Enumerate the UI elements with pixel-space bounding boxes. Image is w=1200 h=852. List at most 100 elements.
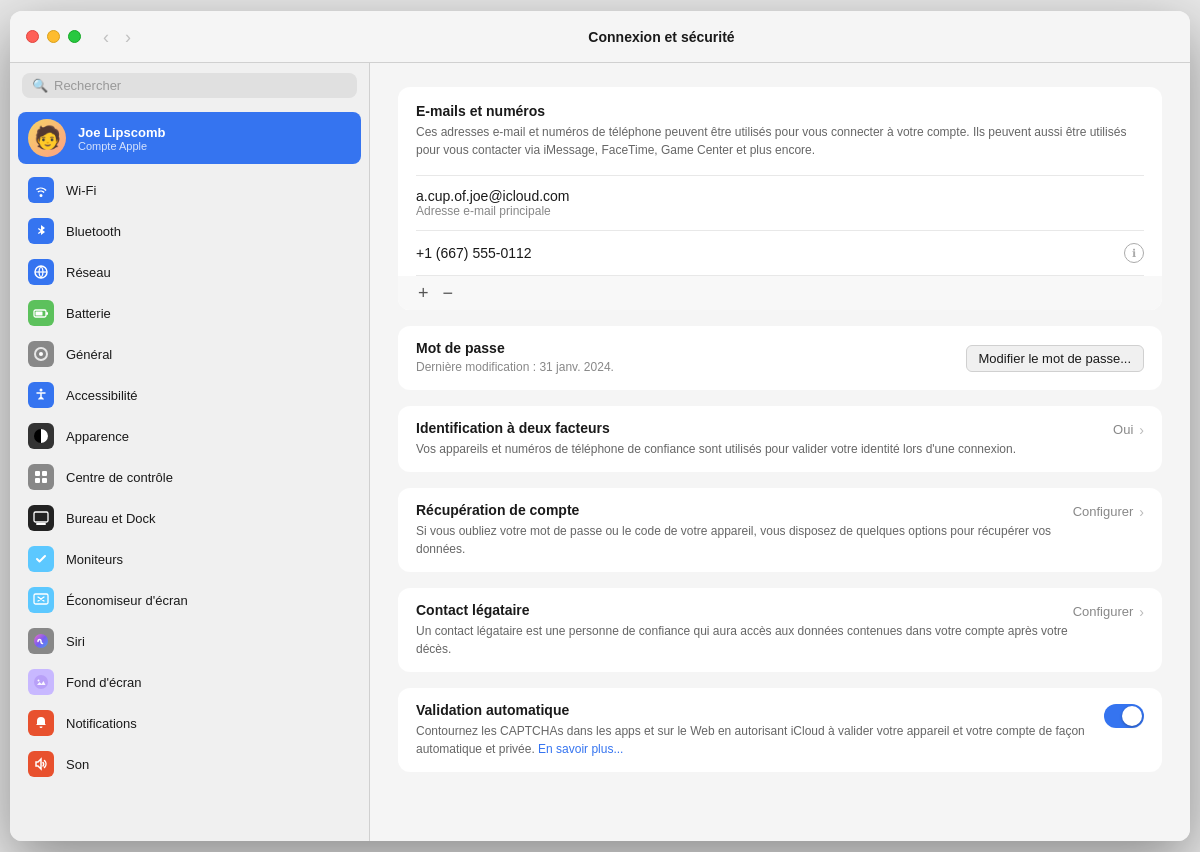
- email-value: a.cup.of.joe@icloud.com: [416, 188, 1144, 204]
- son-icon: [28, 751, 54, 777]
- main-content: E-mails et numéros Ces adresses e-mail e…: [370, 63, 1190, 841]
- wifi-icon: [28, 177, 54, 203]
- window-title: Connexion et sécurité: [149, 29, 1174, 45]
- recovery-row[interactable]: Récupération de compte Si vous oubliez v…: [398, 488, 1162, 572]
- titlebar: ‹ › Connexion et sécurité: [10, 11, 1190, 63]
- validation-toggle[interactable]: [1104, 704, 1144, 728]
- close-button[interactable]: [26, 30, 39, 43]
- sidebar-label-son: Son: [66, 757, 89, 772]
- avatar: 🧑: [28, 119, 66, 157]
- validation-desc: Contournez les CAPTCHAs dans les apps et…: [416, 722, 1088, 758]
- bureau-dock-icon: [28, 505, 54, 531]
- sidebar-item-accessibilite[interactable]: Accessibilité: [18, 375, 361, 415]
- svg-point-17: [38, 680, 40, 682]
- email-sublabel: Adresse e-mail principale: [416, 204, 1144, 218]
- add-button[interactable]: +: [412, 282, 435, 304]
- sidebar-item-centre-controle[interactable]: Centre de contrôle: [18, 457, 361, 497]
- recovery-desc: Si vous oubliez votre mot de passe ou le…: [416, 522, 1073, 558]
- emails-section: E-mails et numéros Ces adresses e-mail e…: [398, 87, 1162, 310]
- password-last-modified: Dernière modification : 31 janv. 2024.: [416, 358, 614, 376]
- svg-rect-3: [36, 312, 43, 316]
- sidebar-item-wifi[interactable]: Wi-Fi: [18, 170, 361, 210]
- sidebar-item-user[interactable]: 🧑 Joe Lipscomb Compte Apple: [18, 112, 361, 164]
- sidebar-item-apparence[interactable]: Apparence: [18, 416, 361, 456]
- emails-desc: Ces adresses e-mail et numéros de téléph…: [416, 123, 1144, 159]
- two-factor-status: Oui: [1113, 422, 1133, 437]
- validation-title: Validation automatique: [416, 702, 1088, 718]
- sidebar-item-moniteurs[interactable]: Moniteurs: [18, 539, 361, 579]
- legacy-desc: Un contact légataire est une personne de…: [416, 622, 1073, 658]
- phone-value: +1 (667) 555-0112: [416, 245, 532, 261]
- user-name: Joe Lipscomb: [78, 125, 165, 140]
- sidebar-item-general[interactable]: Général: [18, 334, 361, 374]
- legacy-title: Contact légataire: [416, 602, 1073, 618]
- accessibilite-icon: [28, 382, 54, 408]
- sidebar-item-bureau-dock[interactable]: Bureau et Dock: [18, 498, 361, 538]
- remove-button[interactable]: −: [437, 282, 460, 304]
- siri-icon: [28, 628, 54, 654]
- sidebar-label-centre-controle: Centre de contrôle: [66, 470, 173, 485]
- chevron-right-icon: ›: [1139, 422, 1144, 438]
- validation-link[interactable]: En savoir plus...: [538, 742, 623, 756]
- batterie-icon: [28, 300, 54, 326]
- legacy-row[interactable]: Contact légataire Un contact légataire e…: [398, 588, 1162, 672]
- sidebar-label-bureau-dock: Bureau et Dock: [66, 511, 156, 526]
- password-row: Mot de passe Dernière modification : 31 …: [398, 326, 1162, 390]
- centre-controle-icon: [28, 464, 54, 490]
- minimize-button[interactable]: [47, 30, 60, 43]
- sidebar-item-notifications[interactable]: Notifications: [18, 703, 361, 743]
- sidebar-label-apparence: Apparence: [66, 429, 129, 444]
- fond-ecran-icon: [28, 669, 54, 695]
- navigation-buttons: ‹ ›: [97, 26, 137, 48]
- svg-rect-7: [35, 471, 40, 476]
- sidebar-label-reseau: Réseau: [66, 265, 111, 280]
- sidebar: 🔍 🧑 Joe Lipscomb Compte Apple Wi-FiBlue: [10, 63, 370, 841]
- legacy-action: Configurer: [1073, 604, 1134, 619]
- sidebar-label-bluetooth: Bluetooth: [66, 224, 121, 239]
- back-button[interactable]: ‹: [97, 26, 115, 48]
- two-factor-title: Identification à deux facteurs: [416, 420, 1113, 436]
- sidebar-label-batterie: Batterie: [66, 306, 111, 321]
- sidebar-label-fond-ecran: Fond d'écran: [66, 675, 141, 690]
- economiseur-icon: [28, 587, 54, 613]
- sidebar-list: 🧑 Joe Lipscomb Compte Apple Wi-Fi Bluetoo…: [10, 108, 369, 841]
- recovery-title: Récupération de compte: [416, 502, 1073, 518]
- apparence-icon: [28, 423, 54, 449]
- sidebar-label-moniteurs: Moniteurs: [66, 552, 123, 567]
- search-icon: 🔍: [32, 78, 48, 93]
- svg-rect-8: [42, 471, 47, 476]
- recovery-action: Configurer: [1073, 504, 1134, 519]
- sidebar-item-reseau[interactable]: Réseau: [18, 252, 361, 292]
- info-icon[interactable]: ℹ: [1124, 243, 1144, 263]
- chevron-right-icon: ›: [1139, 604, 1144, 620]
- sidebar-label-accessibilite: Accessibilité: [66, 388, 138, 403]
- validation-section: Validation automatique Contournez les CA…: [398, 688, 1162, 772]
- sidebar-item-siri[interactable]: Siri: [18, 621, 361, 661]
- sidebar-item-fond-ecran[interactable]: Fond d'écran: [18, 662, 361, 702]
- search-input[interactable]: [54, 78, 347, 93]
- user-subtitle: Compte Apple: [78, 140, 165, 152]
- notifications-icon: [28, 710, 54, 736]
- svg-rect-12: [36, 523, 46, 525]
- svg-point-4: [39, 352, 43, 356]
- general-icon: [28, 341, 54, 367]
- sidebar-item-bluetooth[interactable]: Bluetooth: [18, 211, 361, 251]
- sidebar-item-economiseur[interactable]: Économiseur d'écran: [18, 580, 361, 620]
- moniteurs-icon: [28, 546, 54, 572]
- modify-password-button[interactable]: Modifier le mot de passe...: [966, 345, 1144, 372]
- svg-rect-11: [34, 512, 48, 522]
- legacy-section: Contact légataire Un contact légataire e…: [398, 588, 1162, 672]
- forward-button[interactable]: ›: [119, 26, 137, 48]
- traffic-lights: [26, 30, 81, 43]
- sidebar-item-batterie[interactable]: Batterie: [18, 293, 361, 333]
- sidebar-label-economiseur: Économiseur d'écran: [66, 593, 188, 608]
- two-factor-desc: Vos appareils et numéros de téléphone de…: [416, 440, 1113, 458]
- maximize-button[interactable]: [68, 30, 81, 43]
- two-factor-row[interactable]: Identification à deux facteurs Vos appar…: [398, 406, 1162, 472]
- toggle-thumb: [1122, 706, 1142, 726]
- two-factor-section: Identification à deux facteurs Vos appar…: [398, 406, 1162, 472]
- search-bar: 🔍: [10, 63, 369, 108]
- sidebar-item-son[interactable]: Son: [18, 744, 361, 784]
- password-title: Mot de passe: [416, 340, 614, 356]
- email-row: a.cup.of.joe@icloud.com Adresse e-mail p…: [398, 176, 1162, 230]
